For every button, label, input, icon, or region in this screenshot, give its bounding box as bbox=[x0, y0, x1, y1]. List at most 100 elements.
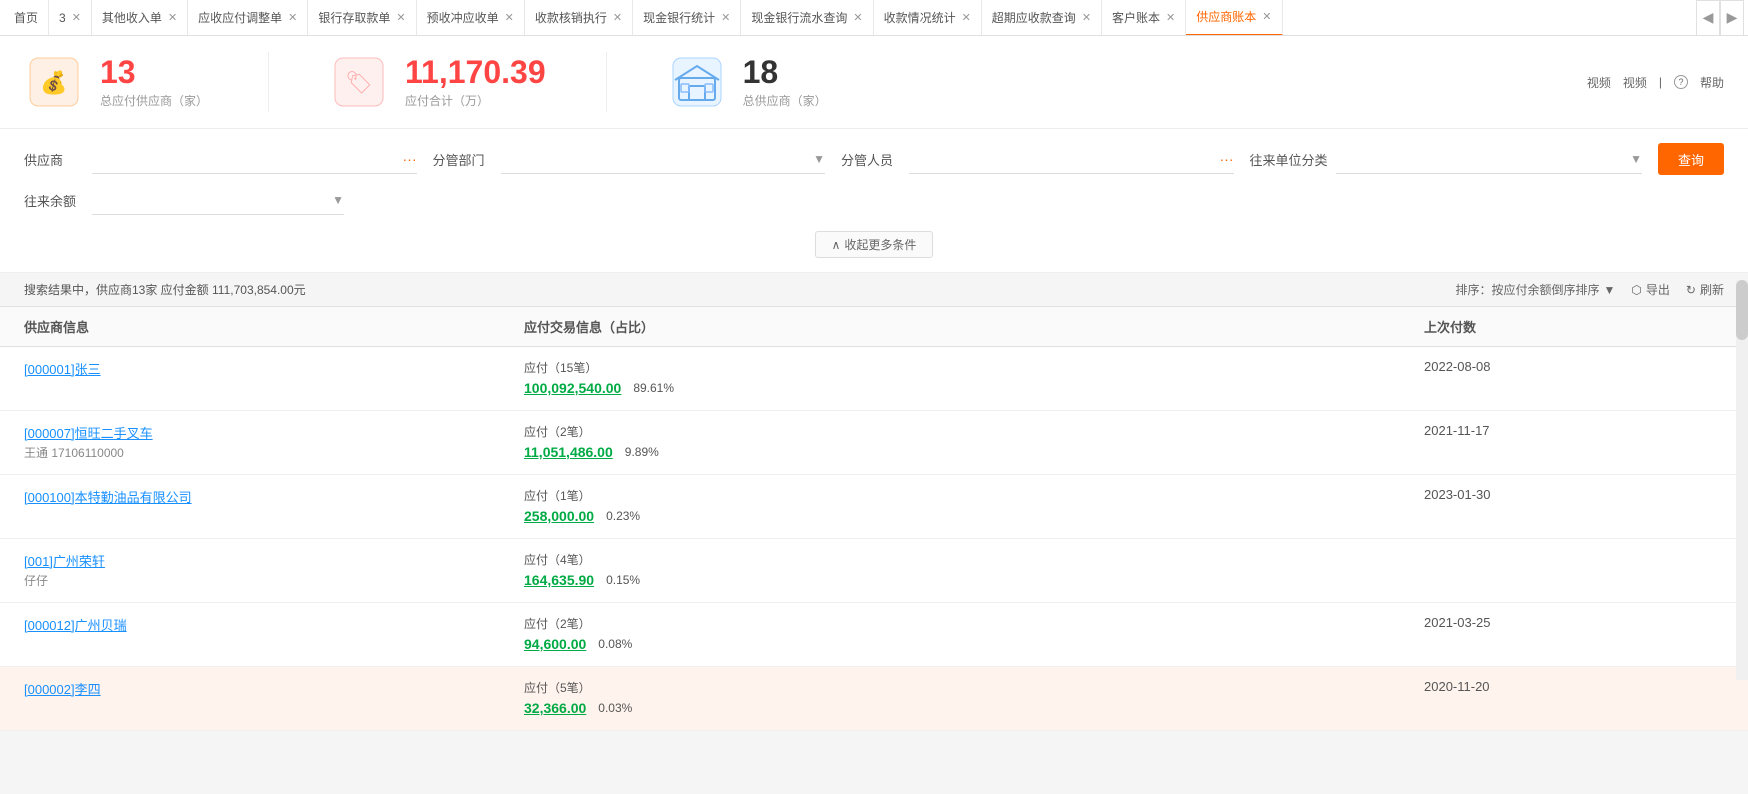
dept-chevron-icon[interactable]: ▼ bbox=[813, 152, 825, 166]
scrollbar-thumb[interactable] bbox=[1736, 280, 1748, 340]
supplier-link-3[interactable]: [001]广州荣轩 bbox=[24, 554, 105, 569]
supplier-link-2[interactable]: [000100]本特勤油品有限公司 bbox=[24, 490, 192, 505]
tab-overdue-query-label: 超期应收款查询 bbox=[992, 9, 1076, 26]
filter-row-1: 供应商 ··· 分管部门 ▼ 分管人员 ··· 往来单位分类 bbox=[24, 143, 1724, 175]
refresh-button[interactable]: ↻ 刷新 bbox=[1686, 281, 1724, 298]
balance-input[interactable] bbox=[92, 192, 332, 207]
tab-home[interactable]: 首页 bbox=[4, 0, 49, 36]
supplier-dots-icon[interactable]: ··· bbox=[403, 151, 417, 167]
tab-cash-bank-stat[interactable]: 现金银行统计 ✕ bbox=[633, 0, 741, 36]
close-icon[interactable]: ✕ bbox=[288, 11, 297, 24]
category-chevron-icon[interactable]: ▼ bbox=[1630, 152, 1642, 166]
dept-filter-label: 分管部门 bbox=[433, 150, 493, 169]
person-input-wrapper: ··· bbox=[909, 144, 1234, 174]
nav-prev-arrow[interactable]: ◀ bbox=[1696, 0, 1720, 36]
sort-text: 排序：按应付余额倒序排序 bbox=[1456, 281, 1600, 298]
tab-other-income[interactable]: 其他收入单 ✕ bbox=[92, 0, 188, 36]
close-icon[interactable]: ✕ bbox=[72, 11, 81, 24]
trans-amount-1[interactable]: 11,051,486.00 bbox=[524, 444, 613, 460]
transaction-cell-2: 应付（1笔） 258,000.00 0.23% bbox=[524, 487, 1424, 524]
supplier-link-5[interactable]: [000002]李四 bbox=[24, 682, 101, 697]
tab-collection-verify[interactable]: 收款核销执行 ✕ bbox=[525, 0, 633, 36]
tab-prepay-offset-label: 预收冲应收单 bbox=[427, 9, 499, 26]
close-icon[interactable]: ✕ bbox=[396, 11, 405, 24]
collapse-label: 收起更多条件 bbox=[844, 236, 916, 253]
stat-text-total-suppliers: 18 总供应商（家） bbox=[743, 56, 827, 109]
close-icon[interactable]: ✕ bbox=[1262, 10, 1271, 23]
filter-item-supplier: 供应商 ··· bbox=[24, 144, 417, 174]
sort-chevron-icon[interactable]: ▼ bbox=[1604, 283, 1616, 297]
tab-collection-stat[interactable]: 收款情况统计 ✕ bbox=[874, 0, 982, 36]
tab-cash-bank-flow[interactable]: 现金银行流水查询 ✕ bbox=[741, 0, 873, 36]
supplier-link-4[interactable]: [000012]广州贝瑞 bbox=[24, 618, 127, 633]
stats-header: 💰 13 总应付供应商（家） 🏷 11,170.39 应付合计（万） bbox=[0, 36, 1748, 129]
trans-row-4: 94,600.00 0.08% bbox=[524, 636, 1424, 652]
tab-overdue-query[interactable]: 超期应收款查询 ✕ bbox=[982, 0, 1102, 36]
video-link[interactable]: 视频 bbox=[1587, 74, 1611, 91]
trans-percent-5: 0.03% bbox=[598, 701, 632, 715]
tab-supplier-ledger[interactable]: 供应商账本 ✕ bbox=[1186, 0, 1282, 36]
supplier-link-1[interactable]: [000007]恒旺二手叉车 bbox=[24, 426, 153, 441]
trans-amount-5[interactable]: 32,366.00 bbox=[524, 700, 586, 716]
supplier-icon: 💰 bbox=[24, 52, 84, 112]
stat-num-total-suppliers: 18 bbox=[743, 56, 827, 88]
close-icon[interactable]: ✕ bbox=[168, 11, 177, 24]
tab-customer-ledger[interactable]: 客户账本 ✕ bbox=[1102, 0, 1186, 36]
balance-chevron-icon[interactable]: ▼ bbox=[332, 193, 344, 207]
nav-next-arrow[interactable]: ▶ bbox=[1720, 0, 1744, 36]
close-icon[interactable]: ✕ bbox=[962, 11, 971, 24]
close-icon[interactable]: ✕ bbox=[505, 11, 514, 24]
trans-row-2: 258,000.00 0.23% bbox=[524, 508, 1424, 524]
close-icon[interactable]: ✕ bbox=[1082, 11, 1091, 24]
trans-amount-4[interactable]: 94,600.00 bbox=[524, 636, 586, 652]
col-lastpay-header: 上次付数 bbox=[1424, 317, 1724, 336]
close-icon[interactable]: ✕ bbox=[1166, 11, 1175, 24]
svg-text:🏷: 🏷 bbox=[345, 70, 373, 95]
tab-3[interactable]: 3 ✕ bbox=[49, 0, 92, 36]
help-label[interactable]: 帮助 bbox=[1700, 74, 1724, 91]
supplier-cell-5: [000002]李四 bbox=[24, 679, 524, 698]
person-filter-label: 分管人员 bbox=[841, 150, 901, 169]
tab-customer-ledger-label: 客户账本 bbox=[1112, 9, 1160, 26]
dept-input[interactable] bbox=[501, 151, 814, 166]
transaction-cell-4: 应付（2笔） 94,600.00 0.08% bbox=[524, 615, 1424, 652]
transaction-cell-3: 应付（4笔） 164,635.90 0.15% bbox=[524, 551, 1424, 588]
trans-label-3: 应付（4笔） bbox=[524, 551, 1424, 568]
tab-ar-ap-adjust[interactable]: 应收应付调整单 ✕ bbox=[188, 0, 308, 36]
supplier-input[interactable] bbox=[92, 151, 403, 166]
trans-amount-3[interactable]: 164,635.90 bbox=[524, 572, 594, 588]
filter-item-category: 往来单位分类 ▼ bbox=[1250, 144, 1643, 174]
tab-collection-verify-label: 收款核销执行 bbox=[535, 9, 607, 26]
tab-prepay-offset[interactable]: 预收冲应收单 ✕ bbox=[417, 0, 525, 36]
scrollbar[interactable] bbox=[1736, 280, 1748, 680]
close-icon[interactable]: ✕ bbox=[613, 11, 622, 24]
supplier-cell-2: [000100]本特勤油品有限公司 bbox=[24, 487, 524, 506]
store-icon bbox=[667, 52, 727, 112]
table-row: [000007]恒旺二手叉车 王通 17106110000 应付（2笔） 11,… bbox=[0, 411, 1748, 475]
close-icon[interactable]: ✕ bbox=[853, 11, 862, 24]
table-row: [000002]李四 应付（5笔） 32,366.00 0.03% 2020-1… bbox=[0, 667, 1748, 731]
stat-text-ap-amount: 11,170.39 应付合计（万） bbox=[405, 56, 546, 109]
supplier-link-0[interactable]: [000001]张三 bbox=[24, 362, 101, 377]
query-button[interactable]: 查询 bbox=[1658, 143, 1724, 175]
stat-label-suppliers: 总应付供应商（家） bbox=[100, 92, 208, 109]
export-button[interactable]: ⬡ 导出 bbox=[1631, 281, 1670, 298]
tab-other-income-label: 其他收入单 bbox=[102, 9, 162, 26]
supplier-cell-0: [000001]张三 bbox=[24, 359, 524, 378]
table-row: [001]广州荣轩 仔仔 应付（4笔） 164,635.90 0.15% bbox=[0, 539, 1748, 603]
close-icon[interactable]: ✕ bbox=[721, 11, 730, 24]
lastpay-cell-2: 2023-01-30 bbox=[1424, 487, 1724, 502]
collapse-button[interactable]: ∧ 收起更多条件 bbox=[815, 231, 934, 258]
collapse-arrow-icon: ∧ bbox=[832, 238, 841, 252]
sort-label: 排序：按应付余额倒序排序 ▼ bbox=[1456, 281, 1616, 298]
person-input[interactable] bbox=[909, 151, 1220, 166]
category-input[interactable] bbox=[1336, 151, 1631, 166]
trans-amount-0[interactable]: 100,092,540.00 bbox=[524, 380, 621, 396]
category-filter-label: 往来单位分类 bbox=[1250, 150, 1328, 169]
person-dots-icon[interactable]: ··· bbox=[1220, 151, 1234, 167]
trans-amount-2[interactable]: 258,000.00 bbox=[524, 508, 594, 524]
supplier-input-wrapper: ··· bbox=[92, 144, 417, 174]
lastpay-cell-0: 2022-08-08 bbox=[1424, 359, 1724, 374]
tab-bank-deposit[interactable]: 银行存取款单 ✕ bbox=[308, 0, 416, 36]
video-label[interactable]: 视频 bbox=[1623, 74, 1647, 91]
